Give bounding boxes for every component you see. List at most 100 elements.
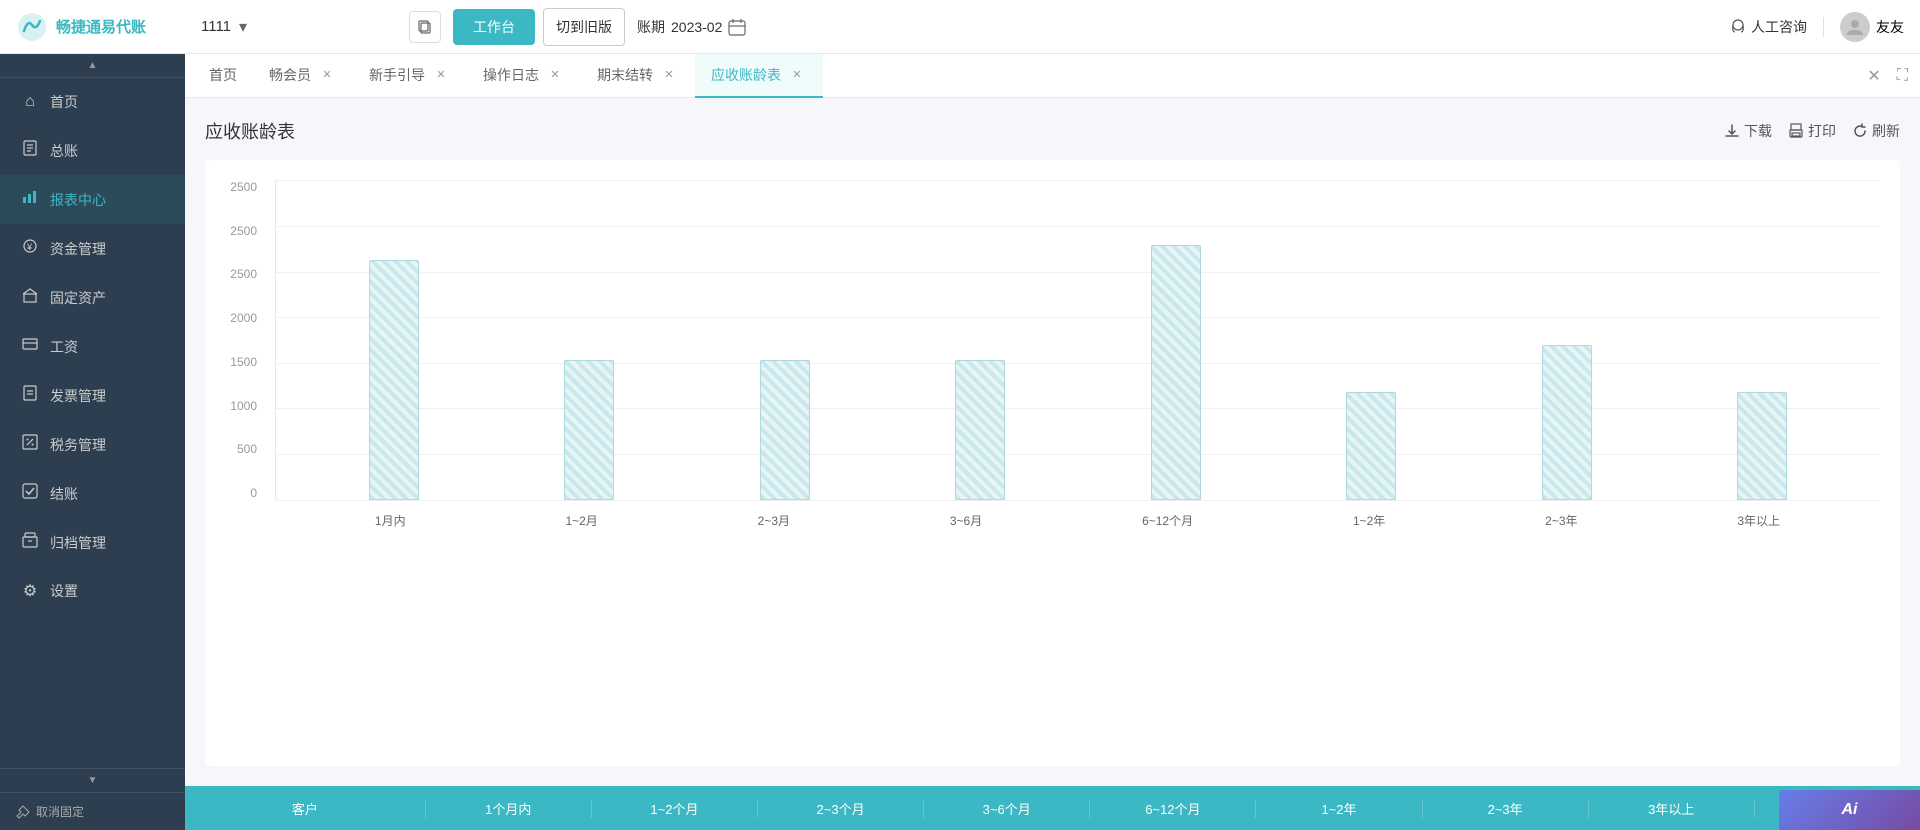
sidebar-item-settings[interactable]: ⚙ 设置 <box>0 567 185 615</box>
bar-group-4 <box>1151 245 1201 500</box>
svg-text:¥: ¥ <box>26 242 33 252</box>
switch-version-button[interactable]: 切到旧版 <box>543 8 625 46</box>
sidebar-label-reports: 报表中心 <box>50 190 106 210</box>
tab-member-close[interactable]: ✕ <box>317 65 337 85</box>
company-dropdown-button[interactable]: ▾ <box>239 17 247 37</box>
x-label-2: 2~3月 <box>758 512 790 529</box>
print-label: 打印 <box>1808 121 1836 141</box>
y-label-1: 2500 <box>230 224 257 238</box>
workbench-button[interactable]: 工作台 <box>453 9 535 45</box>
logo-icon <box>16 11 48 43</box>
tab-period-end-close[interactable]: ✕ <box>659 65 679 85</box>
y-label-6: 500 <box>237 442 257 456</box>
main-layout: ▲ ⌂ 首页 总账 报表中心 ¥ 资金管理 <box>0 54 1920 830</box>
refresh-button[interactable]: 刷新 <box>1852 121 1900 141</box>
sidebar-item-payroll[interactable]: 工资 <box>0 322 185 371</box>
sidebar-label-settings: 设置 <box>50 581 78 601</box>
sidebar-label-ledger: 总账 <box>50 141 78 161</box>
company-selector: 1111 ▾ <box>201 17 401 37</box>
chart-y-axis: 2500 2500 2500 2000 1500 1000 500 0 <box>225 180 265 500</box>
tab-period-end-label: 期末结转 <box>597 65 653 85</box>
period-value: 2023-02 <box>671 19 722 35</box>
sidebar-label-settlement: 结账 <box>50 484 78 504</box>
chart-container: 2500 2500 2500 2000 1500 1000 500 0 <box>205 160 1900 766</box>
tab-log-close[interactable]: ✕ <box>545 65 565 85</box>
tab-period-end[interactable]: 期末结转 ✕ <box>581 54 695 98</box>
bar-group-0 <box>369 260 419 500</box>
bar-3 <box>955 360 1005 500</box>
sidebar-scroll-down[interactable]: ▼ <box>88 775 98 786</box>
sidebar-item-invoice[interactable]: 发票管理 <box>0 371 185 420</box>
ai-badge[interactable]: Ai <box>1779 790 1920 830</box>
print-button[interactable]: 打印 <box>1788 121 1836 141</box>
bar-5 <box>1346 392 1396 500</box>
tab-home-label: 首页 <box>209 65 237 85</box>
copy-button[interactable] <box>409 11 441 43</box>
x-label-0: 1月内 <box>375 512 406 529</box>
y-label-7: 0 <box>250 486 257 500</box>
sidebar-item-tax[interactable]: 税务管理 <box>0 420 185 469</box>
download-button[interactable]: 下载 <box>1724 121 1772 141</box>
tab-home[interactable]: 首页 <box>193 54 253 98</box>
y-label-2: 2500 <box>230 267 257 281</box>
y-label-0: 2500 <box>230 180 257 194</box>
download-label: 下载 <box>1744 121 1772 141</box>
sidebar-label-invoice: 发票管理 <box>50 386 106 406</box>
sidebar-item-settlement[interactable]: 结账 <box>0 469 185 518</box>
bar-4 <box>1151 245 1201 500</box>
th-3plus-year: 3年以上 <box>1589 799 1755 818</box>
sidebar-item-assets[interactable]: 固定资产 <box>0 273 185 322</box>
bar-group-6 <box>1542 345 1592 500</box>
sidebar-label-payroll: 工资 <box>50 337 78 357</box>
chart-inner: 2500 2500 2500 2000 1500 1000 500 0 <box>225 180 1880 540</box>
user-area[interactable]: 友友 <box>1840 12 1904 42</box>
page-content: 应收账龄表 下载 打印 刷新 <box>185 98 1920 786</box>
page-title: 应收账龄表 <box>205 118 295 144</box>
funds-icon: ¥ <box>20 238 40 259</box>
sidebar-item-home[interactable]: ⌂ 首页 <box>0 78 185 126</box>
tab-log[interactable]: 操作日志 ✕ <box>467 54 581 98</box>
tab-ar-aging-label: 应收账龄表 <box>711 65 781 85</box>
settlement-icon <box>20 483 40 504</box>
tab-expand-button[interactable]: ⛶ <box>1893 63 1912 89</box>
consult-label: 人工咨询 <box>1751 17 1807 37</box>
ai-badge-label: Ai <box>1842 801 1858 819</box>
table-header: 客户 1个月内 1~2个月 2~3个月 3~6个月 6~12个月 1~2年 2~… <box>185 786 1920 830</box>
tab-ar-aging-close[interactable]: ✕ <box>787 65 807 85</box>
tab-close-all-button[interactable]: ✕ <box>1863 62 1884 90</box>
tab-guide[interactable]: 新手引导 ✕ <box>353 54 467 98</box>
y-label-3: 2000 <box>230 311 257 325</box>
sidebar-item-ledger[interactable]: 总账 <box>0 126 185 175</box>
user-avatar <box>1840 12 1870 42</box>
sidebar-item-funds[interactable]: ¥ 资金管理 <box>0 224 185 273</box>
header-divider <box>1823 17 1824 37</box>
sidebar-item-archive[interactable]: 归档管理 <box>0 518 185 567</box>
tab-member[interactable]: 畅会员 ✕ <box>253 54 353 98</box>
sidebar-item-reports[interactable]: 报表中心 <box>0 175 185 224</box>
bar-group-1 <box>564 360 614 500</box>
x-label-3: 3~6月 <box>950 512 982 529</box>
sidebar-label-tax: 税务管理 <box>50 435 106 455</box>
bar-group-7 <box>1737 392 1787 500</box>
tab-guide-close[interactable]: ✕ <box>431 65 451 85</box>
tab-ar-aging[interactable]: 应收账龄表 ✕ <box>695 54 823 98</box>
header-right: 人工咨询 友友 <box>1729 12 1904 42</box>
y-label-5: 1000 <box>230 399 257 413</box>
sidebar-label-home: 首页 <box>50 92 78 112</box>
cancel-fixed-button[interactable]: 取消固定 <box>0 792 185 830</box>
calendar-icon[interactable] <box>728 18 746 36</box>
period-label: 账期 <box>637 17 665 37</box>
chart-x-axis: 1月内 1~2月 2~3月 3~6月 6~12个月 1~2年 2~3年 3年以上 <box>275 500 1880 540</box>
invoice-icon <box>20 385 40 406</box>
th-3-6month: 3~6个月 <box>924 799 1090 818</box>
x-label-6: 2~3年 <box>1545 512 1577 529</box>
tab-member-label: 畅会员 <box>269 65 311 85</box>
sidebar-scroll-up[interactable]: ▲ <box>88 60 98 71</box>
payroll-icon <box>20 336 40 357</box>
consult-button[interactable]: 人工咨询 <box>1729 17 1807 37</box>
refresh-icon <box>1852 123 1868 139</box>
company-name: 1111 <box>201 18 231 35</box>
th-1month: 1个月内 <box>426 799 592 818</box>
assets-icon <box>20 287 40 308</box>
bar-1 <box>564 360 614 500</box>
